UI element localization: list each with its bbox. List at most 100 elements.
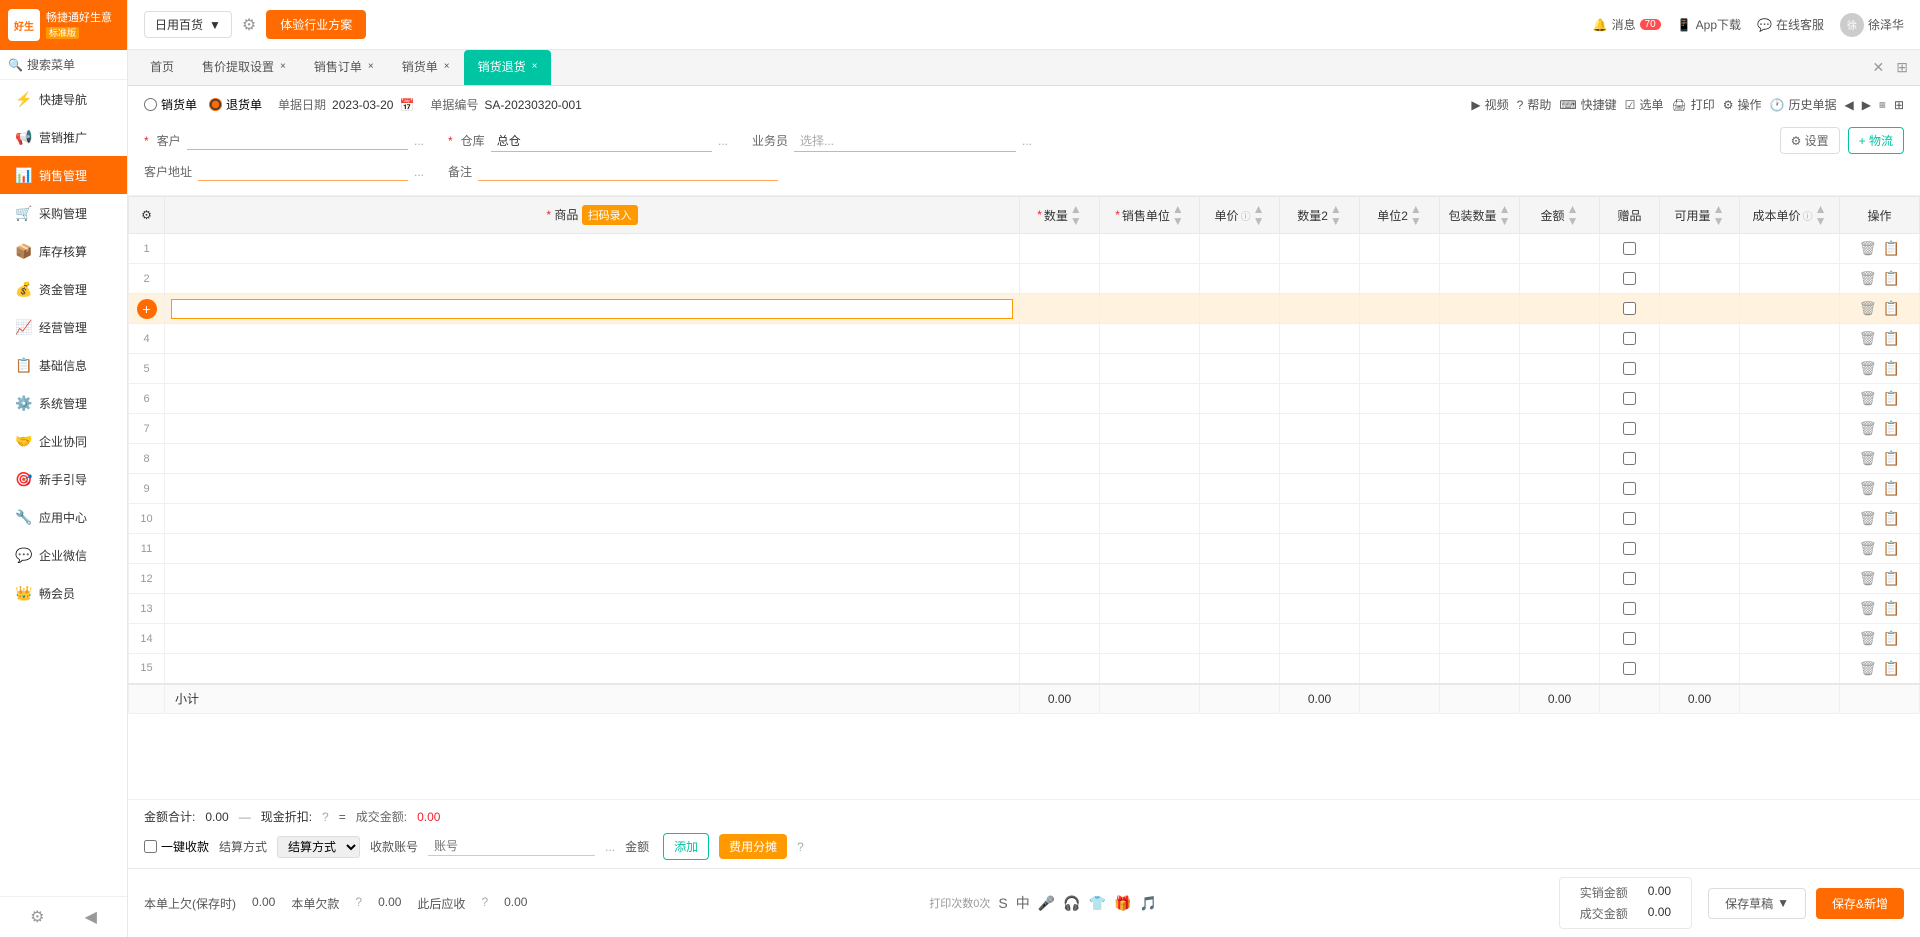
tab-sale-price-close[interactable]: × [280,61,286,72]
copy-icon[interactable]: 📋 [1883,270,1900,287]
tab-sale-return[interactable]: 销货退货 × [464,50,552,85]
sidebar-item-finance[interactable]: 💰 资金管理 [0,270,127,308]
toolbar-list-view[interactable]: ≡ [1879,98,1886,112]
calc-method-select[interactable]: 结算方式 [277,836,360,858]
copy-icon[interactable]: 📋 [1883,510,1900,527]
copy-icon[interactable]: 📋 [1883,330,1900,347]
toolbar-next[interactable]: ▶ [1862,98,1871,112]
delete-icon[interactable]: 🗑 [1859,360,1877,377]
remark-input[interactable] [478,162,778,181]
toolbar-print[interactable]: 🖨 打印 [1671,96,1714,113]
toolbar-operation[interactable]: ⚙ 操作 [1723,96,1762,113]
gift-checkbox[interactable] [1623,662,1636,675]
add-row-button[interactable]: + [137,299,157,319]
tab-sale-order-close[interactable]: × [368,61,374,72]
collapse-icon[interactable]: ◀ [85,907,97,927]
salesperson-input[interactable]: 选择... [794,130,1016,152]
customer-dots[interactable]: ... [414,134,424,148]
settings-button[interactable]: ⚙ 设置 [1780,127,1840,154]
sidebar-item-operation[interactable]: 📈 经营管理 [0,308,127,346]
online-service-link[interactable]: 💬 在线客服 [1757,16,1824,33]
one-key-payment-checkbox[interactable]: 一键收款 [144,838,209,855]
copy-icon[interactable]: 📋 [1883,570,1900,587]
tab-expand[interactable]: ⊞ [1892,57,1912,78]
row-amount[interactable] [1520,234,1600,264]
gift-checkbox[interactable] [1623,302,1636,315]
tab-sale-delivery-close[interactable]: × [444,61,450,72]
toolbar-help[interactable]: ? 帮助 [1517,96,1552,113]
address-dots[interactable]: ... [414,165,424,179]
user-menu[interactable]: 徐 徐泽华 [1840,13,1904,37]
discount-help-icon[interactable]: ? [322,810,329,824]
customer-input[interactable] [187,131,408,150]
delete-icon[interactable]: 🗑 [1859,270,1877,287]
gift-checkbox[interactable] [1623,452,1636,465]
gift-checkbox[interactable] [1623,272,1636,285]
delete-icon[interactable]: 🗑 [1859,630,1877,647]
toolbar-grid-view[interactable]: ⊞ [1894,98,1904,112]
toolbar-prev[interactable]: ◀ [1844,98,1853,112]
sidebar-item-appcenter[interactable]: 🔧 应用中心 [0,498,127,536]
row-gift[interactable] [1600,234,1660,264]
tab-sale-order[interactable]: 销售订单 × [300,50,388,85]
delete-icon[interactable]: 🗑 [1859,300,1877,317]
delete-icon[interactable]: 🗑 [1859,540,1877,557]
row-cost-price[interactable] [1740,234,1840,264]
row-qty2[interactable] [1280,234,1360,264]
col-settings[interactable]: ⚙ [129,197,165,234]
toolbar-shortcut[interactable]: ⌨ 快捷键 [1559,96,1616,113]
expense-button[interactable]: 费用分摊 [719,834,787,859]
salesperson-dots[interactable]: ... [1022,134,1032,148]
tab-sale-return-close[interactable]: × [532,61,538,72]
industry-select[interactable]: 日用百货 ▼ [144,11,232,38]
sidebar-item-member[interactable]: 👑 畅会员 [0,574,127,612]
delete-icon[interactable]: 🗑 [1859,660,1877,677]
delete-icon[interactable]: 🗑 [1859,390,1877,407]
payable-help[interactable]: ? [481,895,488,912]
save-new-button[interactable]: 保存&新增 [1816,888,1904,919]
address-input[interactable] [198,162,408,181]
copy-icon[interactable]: 📋 [1883,480,1900,497]
sidebar-item-newguide[interactable]: 🎯 新手引导 [0,460,127,498]
gift-checkbox[interactable] [1623,392,1636,405]
copy-icon[interactable]: 📋 [1883,630,1900,647]
copy-icon[interactable]: 📋 [1883,390,1900,407]
copy-icon[interactable]: 📋 [1883,420,1900,437]
row-available[interactable] [1660,234,1740,264]
add-delivery-button[interactable]: + 物流 [1848,127,1904,154]
one-key-payment-input[interactable] [144,840,157,853]
music-icon[interactable]: 🎵 [1139,895,1156,912]
sidebar-item-system[interactable]: ⚙️ 系统管理 [0,384,127,422]
delete-icon[interactable]: 🗑 [1859,450,1877,467]
sidebar-item-basic[interactable]: 📋 基础信息 [0,346,127,384]
sidebar-item-search[interactable]: 🔍 搜索菜单 [0,50,127,80]
notification-bell[interactable]: 🔔 消息 70 [1593,16,1661,33]
gift-icon[interactable]: 🎁 [1114,895,1131,912]
warehouse-dots[interactable]: ... [718,134,728,148]
gift-checkbox[interactable] [1623,632,1636,645]
row-qty[interactable] [1020,234,1100,264]
copy-icon[interactable]: 📋 [1883,300,1900,317]
tab-sale-delivery[interactable]: 销货单 × [388,50,464,85]
gift-checkbox[interactable] [1623,512,1636,525]
copy-icon[interactable]: 📋 [1883,360,1900,377]
app-download-link[interactable]: 📱 App下载 [1677,16,1741,33]
row-product[interactable] [165,234,1020,264]
sidebar-item-purchase[interactable]: 🛒 采购管理 [0,194,127,232]
total-owe-help[interactable]: ? [355,895,362,912]
copy-icon[interactable]: 📋 [1883,660,1900,677]
sidebar-item-shortcut[interactable]: ⚡ 快捷导航 [0,80,127,118]
sale-radio[interactable]: 销货单 [144,96,197,113]
product-input-active[interactable] [171,299,1013,319]
delete-icon[interactable]: 🗑 [1859,570,1877,587]
sale-radio-input[interactable] [144,98,157,111]
save-draft-button[interactable]: 保存草稿 ▼ [1708,888,1806,919]
sidebar-item-inventory[interactable]: 📦 库存核算 [0,232,127,270]
calendar-icon[interactable]: 📅 [399,98,414,112]
gift-checkbox[interactable] [1623,332,1636,345]
delete-icon[interactable]: 🗑 [1859,240,1877,257]
scan-button[interactable]: 扫码录入 [582,205,638,225]
headset-icon[interactable]: 🎧 [1063,895,1080,912]
mic-icon[interactable]: 🎤 [1038,895,1055,912]
sidebar-item-weixin[interactable]: 💬 企业微信 [0,536,127,574]
